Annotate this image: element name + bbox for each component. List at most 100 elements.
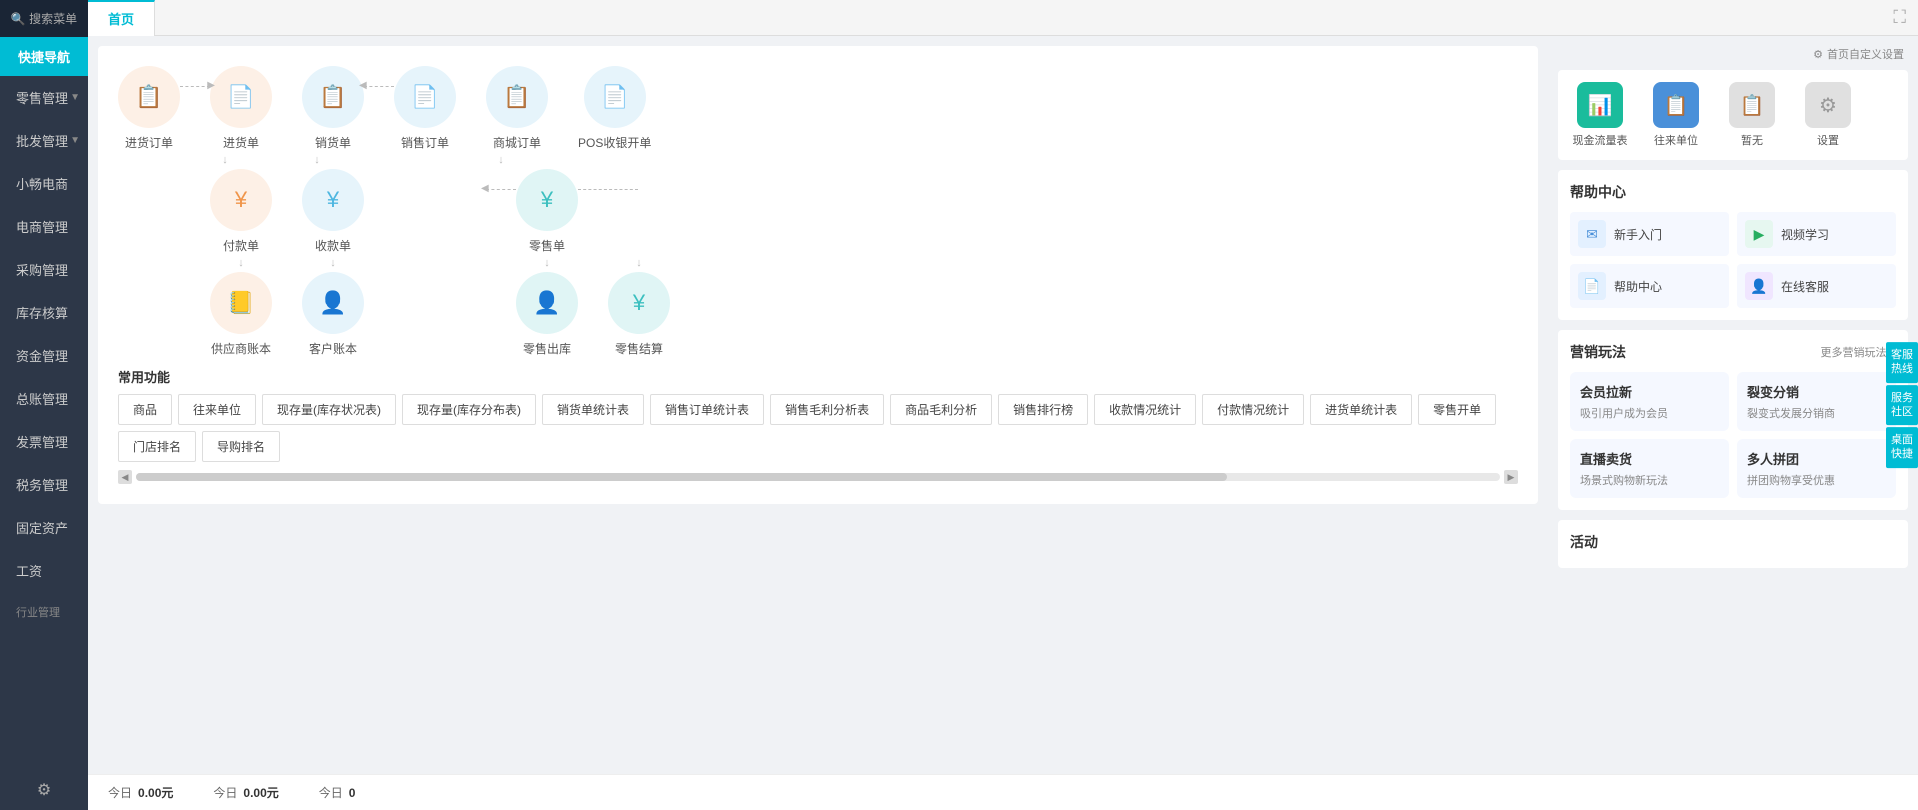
marketing-item-fission[interactable]: 裂变分销 裂变式发展分销商	[1737, 372, 1896, 431]
sidebar-settings-icon[interactable]: ⚙	[0, 770, 88, 810]
main-area: 首页 ⛶ 📋 进货订单 ▶	[88, 0, 1918, 810]
settings-icon: ⚙	[1805, 82, 1851, 128]
marketing-item-live[interactable]: 直播卖货 场景式购物新玩法	[1570, 439, 1729, 498]
help-center-section: 帮助中心 ✉ 新手入门 ▶ 视频学习 📄 帮助中心 👤	[1558, 170, 1908, 320]
icon-tile-none[interactable]: 📋 暂无	[1722, 82, 1782, 148]
scroll-right-btn[interactable]: ▶	[1504, 470, 1518, 484]
func-btn-gross1[interactable]: 销售毛利分析表	[770, 394, 884, 425]
icon-tile-partners[interactable]: 📋 往来单位	[1646, 82, 1706, 148]
func-btn-store-rank[interactable]: 门店排名	[118, 431, 196, 462]
quick-icons-section: 📊 现金流量表 📋 往来单位 📋 暂无 ⚙ 设置	[1558, 70, 1908, 160]
node-mall-order[interactable]: 📋 商城订单	[486, 66, 548, 151]
scroll-left-btn[interactable]: ◀	[118, 470, 132, 484]
func-btn-gross2[interactable]: 商品毛利分析	[890, 394, 992, 425]
tab-homepage[interactable]: 首页	[88, 0, 155, 36]
gear-icon: ⚙	[1813, 48, 1823, 61]
node-purchase-order[interactable]: 📋 进货订单	[118, 66, 180, 151]
marketing-section: 营销玩法 更多营销玩法 > 会员拉新 吸引用户成为会员 裂变分销 裂变式发展分销…	[1558, 330, 1908, 510]
sidebar-item-purchase[interactable]: 采购管理	[0, 248, 88, 291]
float-buttons: 客服热线 服务社区 桌面快捷	[1886, 342, 1918, 468]
float-btn-service[interactable]: 客服热线	[1886, 342, 1918, 383]
beginner-icon: ✉	[1578, 220, 1606, 248]
node-customer-account[interactable]: 👤 客户账本	[302, 272, 364, 357]
sidebar-item-ecommerce-small[interactable]: 小畅电商	[0, 162, 88, 205]
sidebar-item-invoice[interactable]: 发票管理	[0, 420, 88, 463]
marketing-item-member[interactable]: 会员拉新 吸引用户成为会员	[1570, 372, 1729, 431]
sidebar-item-retail[interactable]: 零售管理 ▼	[0, 76, 88, 119]
flowchart-card: 📋 进货订单 ▶ 📄 进货单	[98, 46, 1538, 504]
node-sales-order[interactable]: 📄 销售订单	[394, 66, 456, 151]
func-btn-guide-rank[interactable]: 导购排名	[202, 431, 280, 462]
stat-item-2: 今日 0.00元	[213, 784, 278, 801]
icon-tile-cashflow[interactable]: 📊 现金流量表	[1570, 82, 1630, 148]
help-item-help[interactable]: 📄 帮助中心	[1570, 264, 1729, 308]
icon-tile-settings[interactable]: ⚙ 设置	[1798, 82, 1858, 148]
func-btn-purchase-stat[interactable]: 进货单统计表	[1310, 394, 1412, 425]
node-sales-bill[interactable]: 📋 销货单	[302, 66, 364, 151]
tab-bar: 首页 ⛶	[88, 0, 1918, 36]
func-btn-rank[interactable]: 销售排行榜	[998, 394, 1088, 425]
func-btn-order-stat[interactable]: 销售订单统计表	[650, 394, 764, 425]
chevron-down-icon: ▼	[70, 92, 80, 103]
func-btn-payment-stat[interactable]: 付款情况统计	[1202, 394, 1304, 425]
help-grid: ✉ 新手入门 ▶ 视频学习 📄 帮助中心 👤 在线客服	[1570, 212, 1896, 308]
func-btn-partners[interactable]: 往来单位	[178, 394, 256, 425]
node-receipt[interactable]: ¥ 收款单	[302, 169, 364, 254]
sidebar-item-inventory[interactable]: 库存核算	[0, 291, 88, 334]
chevron-down-icon: ▼	[70, 135, 80, 146]
func-grid: 商品 往来单位 现存量(库存状况表) 现存量(库存分布表) 销货单统计表 销售订…	[118, 394, 1518, 462]
marketing-more-link[interactable]: 更多营销玩法 >	[1821, 344, 1896, 360]
service-icon: 👤	[1745, 272, 1773, 300]
marketing-item-group[interactable]: 多人拼团 拼团购物享受优惠	[1737, 439, 1896, 498]
scroll-thumb	[136, 473, 1227, 481]
node-retail-settle[interactable]: ¥ 零售结算	[608, 272, 670, 357]
sidebar-item-tax[interactable]: 税务管理	[0, 463, 88, 506]
sidebar: 🔍 搜索菜单 快捷导航 零售管理 ▼ 批发管理 ▼ 小畅电商 电商管理 采购管理…	[0, 0, 88, 810]
none-icon: 📋	[1729, 82, 1775, 128]
help-icon: 📄	[1578, 272, 1606, 300]
sidebar-item-funds[interactable]: 资金管理	[0, 334, 88, 377]
help-item-service[interactable]: 👤 在线客服	[1737, 264, 1896, 308]
partners-icon: 📋	[1653, 82, 1699, 128]
marketing-grid: 会员拉新 吸引用户成为会员 裂变分销 裂变式发展分销商 直播卖货 场景式购物新玩…	[1570, 372, 1896, 498]
activity-section: 活动	[1558, 520, 1908, 568]
node-pos[interactable]: 📄 POS收银开单	[578, 66, 651, 151]
node-purchase-bill[interactable]: 📄 进货单	[210, 66, 272, 151]
func-btn-retail-order[interactable]: 零售开单	[1418, 394, 1496, 425]
sidebar-item-wages[interactable]: 工资	[0, 549, 88, 592]
func-btn-stock1[interactable]: 现存量(库存状况表)	[262, 394, 396, 425]
fullscreen-icon[interactable]: ⛶	[1893, 7, 1918, 28]
right-panel: ⚙ 首页自定义设置 📊 现金流量表 📋 往来单位 📋	[1548, 36, 1918, 774]
func-btn-stock2[interactable]: 现存量(库存分布表)	[402, 394, 536, 425]
sidebar-item-ledger[interactable]: 总账管理	[0, 377, 88, 420]
cashflow-icon: 📊	[1577, 82, 1623, 128]
float-btn-desktop[interactable]: 桌面快捷	[1886, 427, 1918, 468]
search-icon: 🔍	[11, 12, 26, 26]
gear-icon: ⚙	[37, 782, 51, 799]
node-payment[interactable]: ¥ 付款单	[210, 169, 272, 254]
sidebar-item-fixed-assets[interactable]: 固定资产	[0, 506, 88, 549]
node-supplier-account[interactable]: 📒 供应商账本	[210, 272, 272, 357]
marketing-header: 营销玩法 更多营销玩法 >	[1570, 342, 1896, 362]
help-item-video[interactable]: ▶ 视频学习	[1737, 212, 1896, 256]
stats-bar: 今日 0.00元 今日 0.00元 今日 0	[88, 774, 1918, 810]
scroll-track[interactable]	[136, 473, 1500, 481]
video-icon: ▶	[1745, 220, 1773, 248]
sidebar-item-more[interactable]: 行业管理	[0, 592, 88, 632]
help-item-beginner[interactable]: ✉ 新手入门	[1570, 212, 1729, 256]
stat-item-3: 今日 0	[319, 784, 356, 801]
func-btn-sales-stat[interactable]: 销货单统计表	[542, 394, 644, 425]
func-btn-receipt-stat[interactable]: 收款情况统计	[1094, 394, 1196, 425]
sidebar-search[interactable]: 🔍 搜索菜单	[0, 0, 88, 37]
scrollbar[interactable]: ◀ ▶	[118, 470, 1518, 484]
float-btn-community[interactable]: 服务社区	[1886, 385, 1918, 426]
func-btn-goods[interactable]: 商品	[118, 394, 172, 425]
sidebar-item-ecommerce[interactable]: 电商管理	[0, 205, 88, 248]
sidebar-item-wholesale[interactable]: 批发管理 ▼	[0, 119, 88, 162]
node-retail-outstock[interactable]: 👤 零售出库	[516, 272, 578, 357]
sidebar-nav-header: 快捷导航	[0, 37, 88, 76]
common-functions: 常用功能 商品 往来单位 现存量(库存状况表) 现存量(库存分布表) 销货单统计…	[118, 367, 1518, 462]
homepage-setting[interactable]: ⚙ 首页自定义设置	[1813, 46, 1904, 62]
node-retail-bill[interactable]: ¥ 零售单	[516, 169, 578, 254]
quick-icon-row: 📊 现金流量表 📋 往来单位 📋 暂无 ⚙ 设置	[1570, 82, 1896, 148]
